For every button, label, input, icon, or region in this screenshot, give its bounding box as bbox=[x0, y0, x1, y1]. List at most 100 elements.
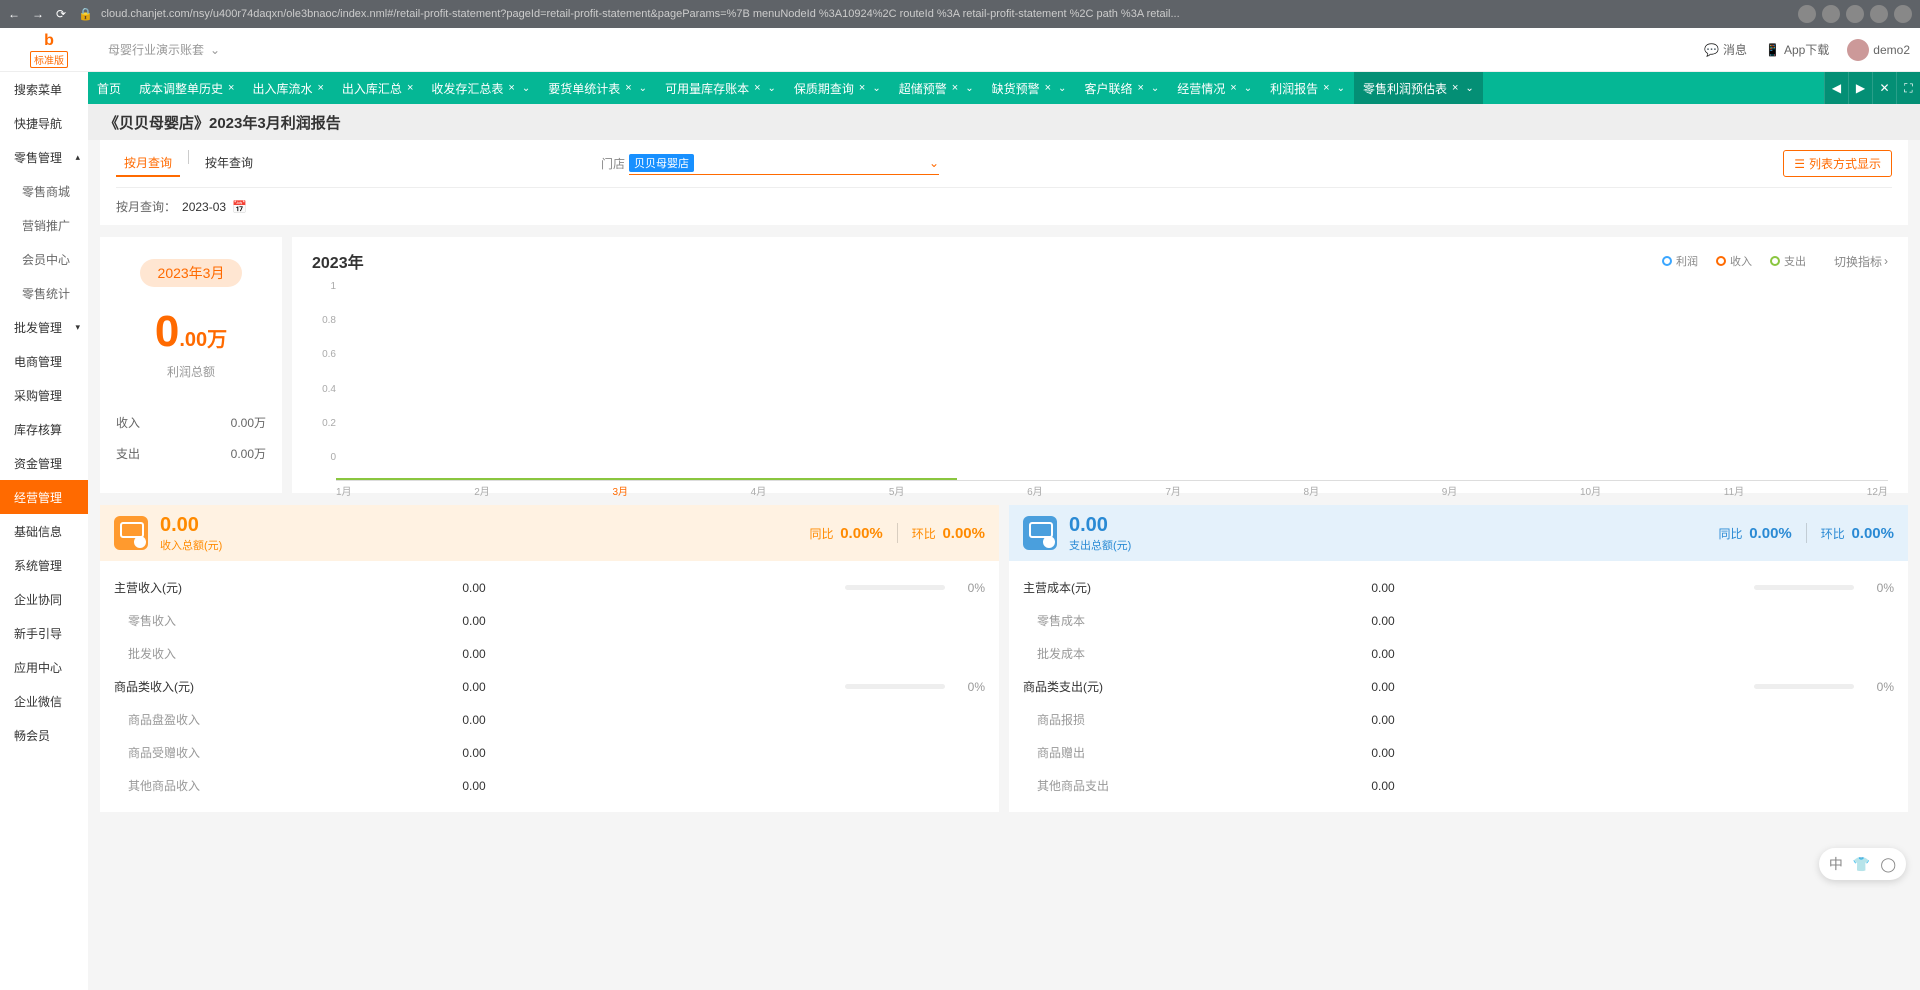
app-download-link[interactable]: 📱 App下载 bbox=[1765, 41, 1829, 58]
tab[interactable]: 收发存汇总表× bbox=[422, 72, 539, 104]
phone-icon: 📱 bbox=[1765, 43, 1780, 57]
sidebar-item[interactable]: 零售统计 bbox=[0, 276, 88, 310]
tab[interactable]: 利润报告× bbox=[1261, 72, 1354, 104]
legend-expense[interactable]: 支出 bbox=[1770, 253, 1806, 269]
logo: b 标准版 bbox=[10, 32, 88, 68]
close-icon[interactable]: × bbox=[952, 82, 958, 94]
sidebar-item[interactable]: 批发管理 bbox=[0, 310, 88, 344]
tabs-fullscreen[interactable]: ⛶ bbox=[1896, 72, 1920, 104]
tabs-next[interactable]: ▶ bbox=[1848, 72, 1872, 104]
browser-nav: ← → ⟳ 🔒 bbox=[8, 7, 93, 21]
close-icon[interactable]: × bbox=[508, 82, 514, 94]
switch-metric-button[interactable]: 切换指标› bbox=[1834, 253, 1888, 270]
app-header: b 标准版 母婴行业演示账套 💬 消息 📱 App下载 demo2 bbox=[0, 28, 1920, 72]
detail-row: 批发成本0.00 bbox=[1023, 637, 1894, 670]
sidebar-item[interactable]: 新手引导 bbox=[0, 616, 88, 650]
sidebar-item[interactable]: 企业微信 bbox=[0, 684, 88, 718]
chart-x-axis: 1月2月3月4月5月6月7月8月9月10月11月12月 bbox=[336, 483, 1888, 498]
chart-plot[interactable]: 1月2月3月4月5月6月7月8月9月10月11月12月 bbox=[336, 281, 1888, 481]
close-icon[interactable]: × bbox=[1452, 82, 1458, 94]
address-bar[interactable]: cloud.chanjet.com/nsy/u400r74daqxn/ole3b… bbox=[101, 8, 1790, 20]
summary-income-row: 收入0.00万 bbox=[116, 414, 266, 431]
income-panel: 0.00 收入总额(元) 同比 0.00% 环比 0.00% 主营收入(元)0.… bbox=[100, 505, 999, 812]
close-icon[interactable]: × bbox=[754, 82, 760, 94]
close-icon[interactable]: × bbox=[1045, 82, 1051, 94]
circle-icon[interactable]: ◯ bbox=[1880, 856, 1896, 873]
tab[interactable]: 可用量库存账本× bbox=[656, 72, 785, 104]
tab[interactable]: 成本调整单历史× bbox=[130, 72, 243, 104]
sidebar-item[interactable]: 搜索菜单 bbox=[0, 72, 88, 106]
tab[interactable]: 出入库汇总× bbox=[333, 72, 422, 104]
sidebar-item[interactable]: 资金管理 bbox=[0, 446, 88, 480]
list-icon: ☰ bbox=[1794, 157, 1805, 171]
sidebar-item[interactable]: 采购管理 bbox=[0, 378, 88, 412]
calendar-icon[interactable]: 📅 bbox=[232, 200, 247, 214]
sidebar-item[interactable]: 经营管理 bbox=[0, 480, 88, 514]
income-icon bbox=[114, 516, 148, 550]
sidebar-item[interactable]: 营销推广 bbox=[0, 208, 88, 242]
month-query-value[interactable]: 2023-03 bbox=[182, 200, 226, 214]
filter-tab-year[interactable]: 按年查询 bbox=[197, 150, 261, 177]
sidebar: 搜索菜单快捷导航零售管理零售商城营销推广会员中心零售统计批发管理电商管理采购管理… bbox=[0, 72, 88, 990]
tab[interactable]: 零售利润预估表× bbox=[1354, 72, 1483, 104]
forward-icon[interactable]: → bbox=[32, 7, 44, 21]
legend-profit[interactable]: 利润 bbox=[1662, 253, 1698, 269]
chart-series-line bbox=[336, 478, 957, 480]
close-icon[interactable]: × bbox=[1230, 82, 1236, 94]
user-menu[interactable]: demo2 bbox=[1847, 39, 1910, 61]
separator bbox=[188, 150, 189, 164]
detail-row: 零售成本0.00 bbox=[1023, 604, 1894, 637]
profit-summary-card: 2023年3月 0.00万 利润总额 收入0.00万 支出0.00万 bbox=[100, 237, 282, 493]
back-icon[interactable]: ← bbox=[8, 7, 20, 21]
tabs-close-all[interactable]: ✕ bbox=[1872, 72, 1896, 104]
sidebar-item[interactable]: 会员中心 bbox=[0, 242, 88, 276]
detail-row: 主营收入(元)0.000% bbox=[114, 571, 985, 604]
account-dropdown[interactable]: 母婴行业演示账套 bbox=[108, 41, 220, 58]
filter-tab-month[interactable]: 按月查询 bbox=[116, 150, 180, 177]
close-icon[interactable]: × bbox=[407, 82, 413, 94]
messages-label: 消息 bbox=[1723, 41, 1747, 58]
sidebar-item[interactable]: 企业协同 bbox=[0, 582, 88, 616]
list-mode-label: 列表方式显示 bbox=[1809, 155, 1881, 172]
summary-month-badge: 2023年3月 bbox=[140, 259, 243, 287]
profit-total-amount: 0.00万 bbox=[116, 307, 266, 357]
expense-total-amount: 0.00 bbox=[1069, 514, 1131, 537]
separator bbox=[1806, 523, 1807, 543]
sidebar-item[interactable]: 库存核算 bbox=[0, 412, 88, 446]
float-toolbar[interactable]: 中 👕 ◯ bbox=[1819, 848, 1906, 880]
tab[interactable]: 要货单统计表× bbox=[539, 72, 656, 104]
tab[interactable]: 保质期查询× bbox=[785, 72, 890, 104]
close-icon[interactable]: × bbox=[859, 82, 865, 94]
sidebar-item[interactable]: 电商管理 bbox=[0, 344, 88, 378]
sidebar-item[interactable]: 快捷导航 bbox=[0, 106, 88, 140]
reload-icon[interactable]: ⟳ bbox=[56, 7, 66, 21]
expense-total-label: 支出总额(元) bbox=[1069, 537, 1131, 553]
sidebar-item[interactable]: 基础信息 bbox=[0, 514, 88, 548]
list-mode-button[interactable]: ☰ 列表方式显示 bbox=[1783, 150, 1892, 177]
expense-mom: 环比 0.00% bbox=[1821, 525, 1894, 542]
tab[interactable]: 出入库流水× bbox=[243, 72, 332, 104]
messages-link[interactable]: 💬 消息 bbox=[1704, 41, 1747, 58]
store-select[interactable]: 贝贝母婴店 bbox=[629, 152, 939, 175]
tab[interactable]: 客户联络× bbox=[1075, 72, 1168, 104]
tab[interactable]: 缺货预警× bbox=[983, 72, 1076, 104]
ime-indicator[interactable]: 中 bbox=[1829, 854, 1843, 874]
close-icon[interactable]: × bbox=[625, 82, 631, 94]
legend-income[interactable]: 收入 bbox=[1716, 253, 1752, 269]
sidebar-item[interactable]: 应用中心 bbox=[0, 650, 88, 684]
sidebar-item[interactable]: 系统管理 bbox=[0, 548, 88, 582]
tab[interactable]: 超储预警× bbox=[890, 72, 983, 104]
tabs-prev[interactable]: ◀ bbox=[1824, 72, 1848, 104]
close-icon[interactable]: × bbox=[317, 82, 323, 94]
close-icon[interactable]: × bbox=[228, 82, 234, 94]
sidebar-item[interactable]: 零售管理 bbox=[0, 140, 88, 174]
tab[interactable]: 首页 bbox=[88, 72, 130, 104]
sidebar-item[interactable]: 畅会员 bbox=[0, 718, 88, 752]
close-icon[interactable]: × bbox=[1137, 82, 1143, 94]
shirt-icon[interactable]: 👕 bbox=[1853, 856, 1870, 873]
close-icon[interactable]: × bbox=[1323, 82, 1329, 94]
store-tag[interactable]: 贝贝母婴店 bbox=[629, 154, 694, 172]
tab[interactable]: 经营情况× bbox=[1168, 72, 1261, 104]
browser-chrome-bar: ← → ⟳ 🔒 cloud.chanjet.com/nsy/u400r74daq… bbox=[0, 0, 1920, 28]
sidebar-item[interactable]: 零售商城 bbox=[0, 174, 88, 208]
